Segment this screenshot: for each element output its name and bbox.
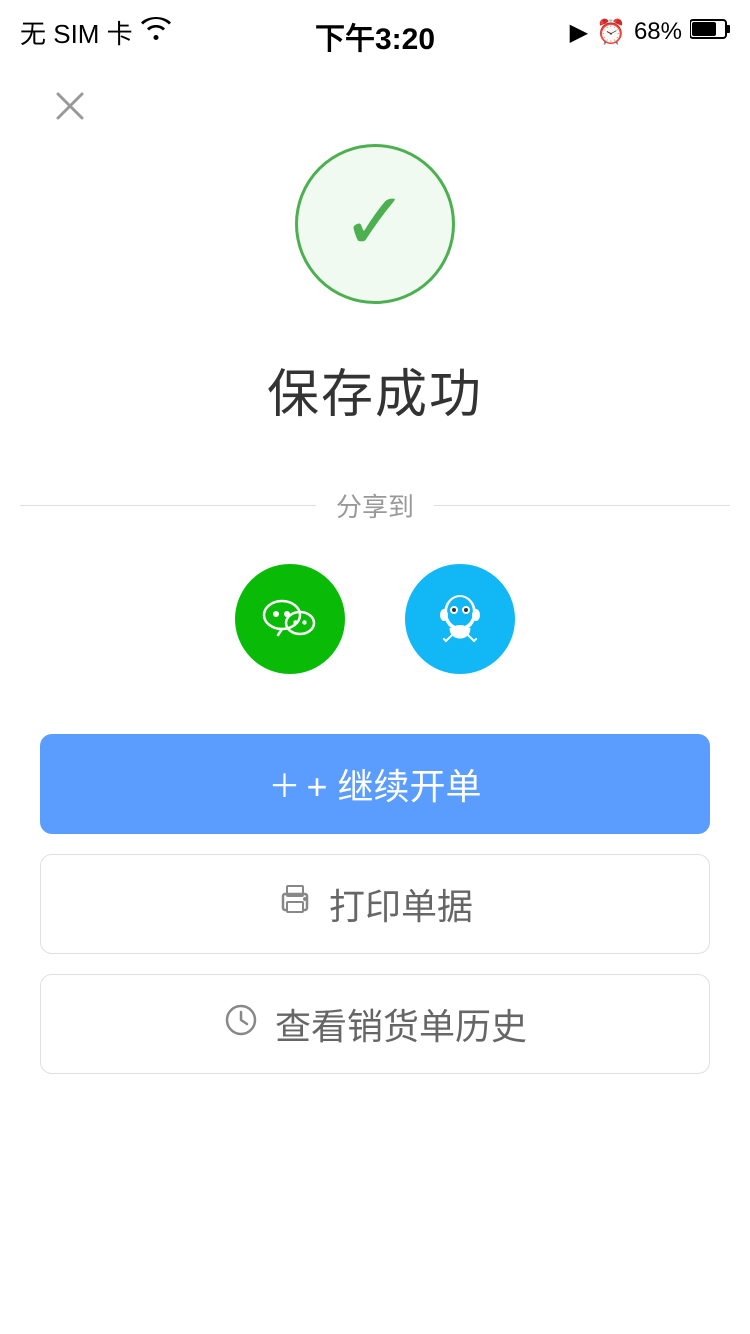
history-label: 查看销货单历史 [275, 998, 527, 1050]
continue-icon: ＋ [268, 761, 300, 807]
continue-button[interactable]: ＋ + 继续开单 [40, 734, 710, 834]
wifi-icon [141, 17, 171, 48]
location-icon: ▶ [570, 18, 588, 47]
share-label: 分享到 [336, 487, 414, 524]
qq-share-button[interactable] [405, 564, 515, 674]
share-section: 分享到 [0, 487, 750, 674]
close-button[interactable] [40, 76, 100, 136]
print-label: 打印单据 [329, 878, 473, 930]
success-title: 保存成功 [267, 352, 483, 427]
battery-icon [690, 18, 730, 47]
action-buttons: ＋ + 继续开单 打印单据 查看销货单历 [0, 734, 750, 1074]
divider-line-left [20, 505, 316, 506]
status-left: 无 SIM 卡 [20, 14, 171, 51]
history-button[interactable]: 查看销货单历史 [40, 974, 710, 1074]
print-button[interactable]: 打印单据 [40, 854, 710, 954]
wechat-share-button[interactable] [235, 564, 345, 674]
checkmark-icon: ✓ [341, 182, 408, 262]
share-icons [235, 564, 515, 674]
main-content: ✓ 保存成功 分享到 [0, 64, 750, 1074]
success-circle: ✓ [295, 144, 455, 304]
share-divider: 分享到 [0, 487, 750, 524]
print-icon [277, 882, 313, 926]
status-bar: 无 SIM 卡 下午3:20 ▶ ⏰ 68% [0, 0, 750, 64]
carrier-text: 无 SIM 卡 [20, 14, 133, 51]
continue-label: + 继续开单 [306, 758, 481, 810]
divider-line-right [434, 505, 730, 506]
alarm-icon: ⏰ [596, 18, 626, 47]
status-time: 下午3:20 [315, 14, 435, 58]
status-right: ▶ ⏰ 68% [570, 18, 730, 47]
history-icon [223, 1002, 259, 1046]
battery-text: 68% [634, 18, 682, 46]
